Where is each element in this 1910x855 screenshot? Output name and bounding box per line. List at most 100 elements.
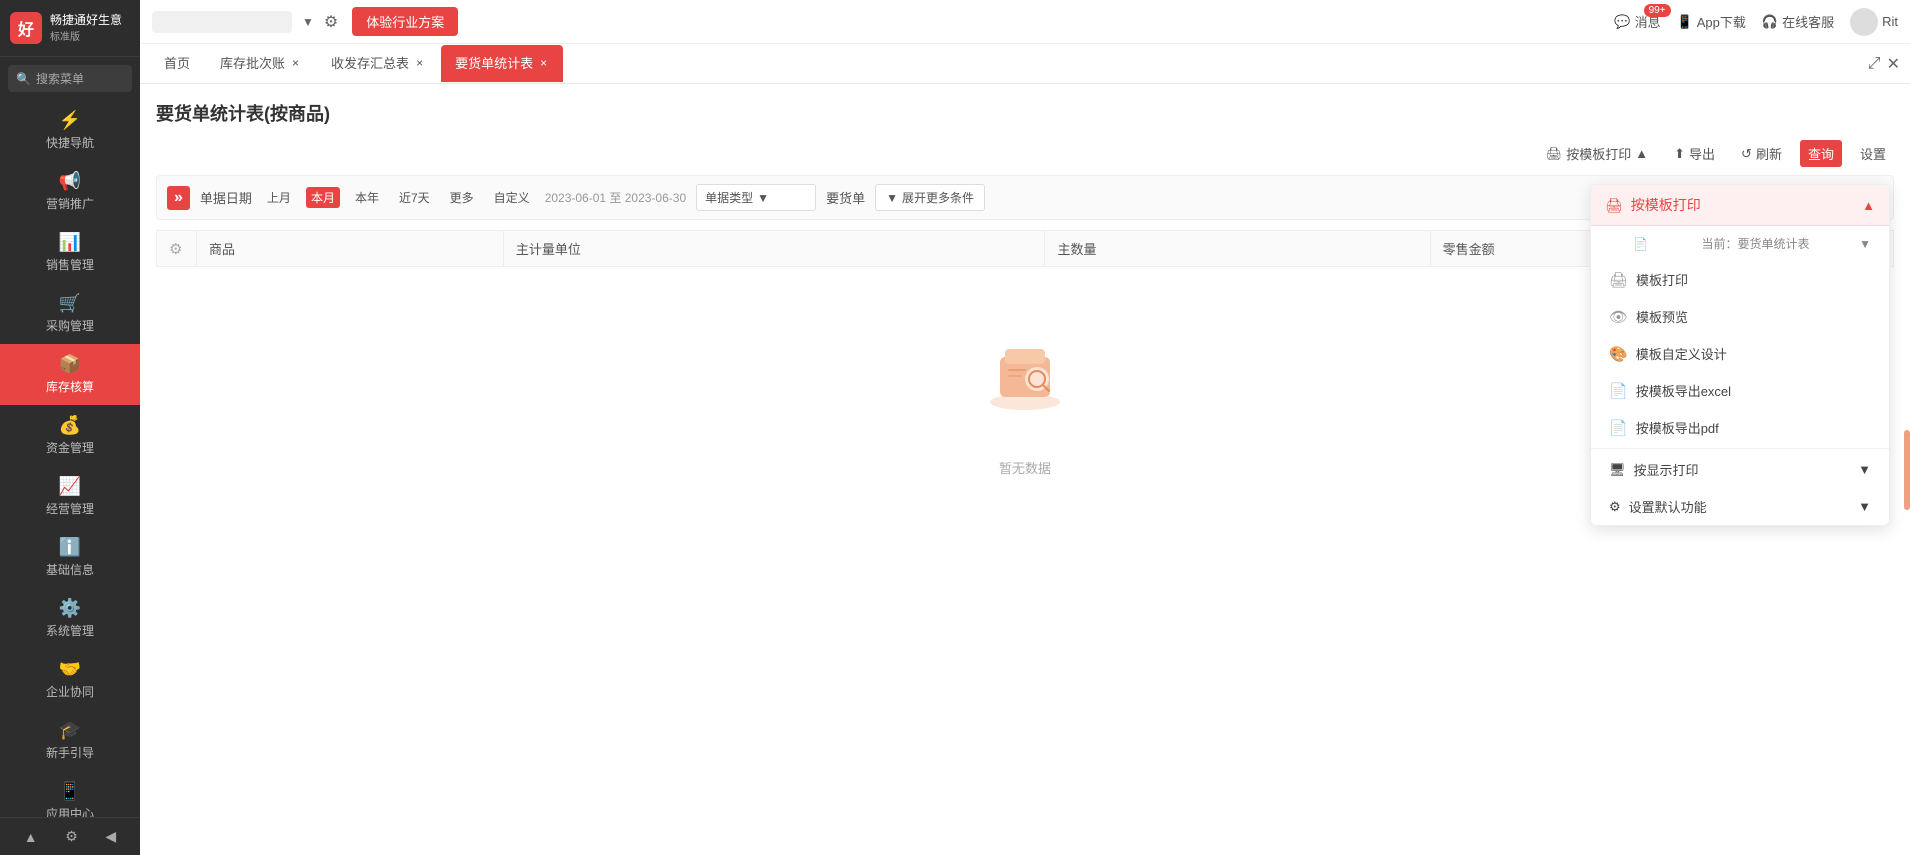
refresh-label: 刷新 (1756, 144, 1782, 163)
sidebar-item-label: 销售管理 (46, 256, 94, 273)
tab-home[interactable]: 首页 (150, 45, 204, 82)
app-name: 畅捷通好生意 (50, 13, 122, 29)
template-design-label: 模板自定义设计 (1636, 344, 1727, 363)
query-btn[interactable]: 查询 (1800, 140, 1842, 167)
sidebar-item-basic[interactable]: ℹ️ 基础信息 (0, 527, 140, 588)
tab-receipt-summary-close[interactable]: × (414, 56, 425, 70)
sidebar-item-sales[interactable]: 📊 销售管理 (0, 222, 140, 283)
right-scrollbar[interactable] (1904, 430, 1910, 510)
date-btn-custom[interactable]: 自定义 (489, 187, 535, 208)
print-template-btn[interactable]: 🖨 按模板打印 ▲ (1538, 140, 1656, 167)
sidebar-item-label: 营销推广 (46, 195, 94, 212)
sidebar-item-purchase[interactable]: 🛒 采购管理 (0, 283, 140, 344)
export-label: 导出 (1689, 144, 1715, 163)
sidebar-item-enterprise[interactable]: 🤝 企业协同 (0, 649, 140, 710)
template-print-item[interactable]: 🖨 模板打印 (1591, 261, 1889, 298)
print-header-icon: 🖨 (1605, 197, 1623, 214)
date-btn-this-month[interactable]: 本月 (306, 187, 340, 208)
sidebar-search[interactable]: 🔍 搜索菜单 (8, 65, 132, 92)
template-preview-item[interactable]: 👁 模板预览 (1591, 298, 1889, 335)
tab-receipt-summary-label: 收发存汇总表 (331, 53, 409, 72)
template-excel-item[interactable]: 📄 按模板导出excel (1591, 372, 1889, 409)
date-btn-7days[interactable]: 近7天 (394, 187, 435, 208)
settings-btn[interactable]: 设置 (1852, 140, 1894, 167)
expand-more-btn[interactable]: ▼ 展开更多条件 (875, 184, 985, 211)
tab-order-stats-close[interactable]: × (538, 56, 549, 70)
guide-icon: 🎓 (59, 720, 81, 741)
tab-order-stats[interactable]: 要货单统计表 × (441, 45, 563, 82)
dropdown-divider (1591, 448, 1889, 449)
logo-icon: 好 (10, 12, 42, 44)
type-filter-select[interactable]: 单据类型 ▼ (696, 184, 816, 211)
sidebar-item-quick-nav[interactable]: ⚡ 快捷导航 (0, 100, 140, 161)
expand-label: 展开更多条件 (902, 189, 974, 206)
sidebar-logo: 好 畅捷通好生意 标准版 (0, 0, 140, 57)
header-search-input[interactable] (152, 11, 292, 33)
service-label: 在线客服 (1782, 12, 1834, 31)
filter-expand-btn[interactable]: » (167, 186, 190, 210)
header-gear-btn[interactable]: ⚙ (324, 12, 338, 32)
sidebar-settings[interactable]: ⚙ (65, 828, 78, 845)
sidebar-item-operations[interactable]: 📈 经营管理 (0, 466, 140, 527)
col-settings[interactable]: ⚙ (157, 231, 197, 267)
user-avatar[interactable]: Rit (1850, 8, 1898, 36)
type-filter-label: 单据类型 (705, 189, 753, 206)
online-service-item[interactable]: 🎧 在线客服 (1762, 12, 1834, 31)
print-current-chevron: ▼ (1859, 237, 1871, 251)
finance-icon: 💰 (59, 415, 81, 436)
header-actions: 💬 消息 99+ 📱 App下载 🎧 在线客服 Rit (1614, 8, 1898, 36)
service-icon: 🎧 (1762, 14, 1778, 30)
template-design-item[interactable]: 🎨 模板自定义设计 (1591, 335, 1889, 372)
tab-close-all-btn[interactable]: ✕ (1887, 54, 1900, 74)
print-chevron-icon: ▲ (1635, 146, 1648, 161)
template-print-icon: 🖨 (1609, 271, 1628, 289)
print-dropdown-header[interactable]: 🖨 按模板打印 ▲ (1591, 185, 1889, 226)
tab-inventory-batch[interactable]: 库存批次账 × (206, 45, 315, 82)
sidebar-item-label: 新手引导 (46, 744, 94, 761)
inventory-icon: 📦 (59, 354, 81, 375)
refresh-btn[interactable]: ↺ 刷新 (1733, 140, 1790, 167)
date-btn-last-month[interactable]: 上月 (262, 187, 296, 208)
tab-maximize-btn[interactable]: ⤢ (1868, 54, 1881, 74)
sidebar-item-inventory[interactable]: 📦 库存核算 (0, 344, 140, 405)
sidebar-collapse[interactable]: ◀ (105, 828, 116, 845)
print-icon: 🖨 (1546, 146, 1563, 162)
template-design-icon: 🎨 (1609, 345, 1628, 363)
type-filter-chevron: ▼ (757, 191, 769, 205)
search-icon: 🔍 (16, 72, 31, 86)
app-download-item[interactable]: 📱 App下载 (1677, 12, 1746, 31)
message-badge: 99+ (1644, 4, 1671, 17)
sidebar-item-system[interactable]: ⚙️ 系统管理 (0, 588, 140, 649)
sidebar-item-label: 应用中心 (46, 805, 94, 817)
tab-inventory-batch-close[interactable]: × (290, 56, 301, 70)
export-btn[interactable]: ⬆ 导出 (1666, 140, 1723, 167)
order-type-label: 要货单 (826, 188, 865, 207)
sidebar-item-marketing[interactable]: 📢 营销推广 (0, 161, 140, 222)
sidebar: 好 畅捷通好生意 标准版 🔍 搜索菜单 ⚡ 快捷导航 📢 营销推广 📊 销售管理… (0, 0, 140, 855)
empty-icon (975, 327, 1075, 446)
tab-receipt-summary[interactable]: 收发存汇总表 × (317, 45, 439, 82)
date-btn-more[interactable]: 更多 (445, 187, 479, 208)
username-label: Rit (1882, 14, 1898, 29)
sidebar-item-label: 资金管理 (46, 439, 94, 456)
trial-button[interactable]: 体验行业方案 (352, 7, 458, 36)
sales-icon: 📊 (59, 232, 81, 253)
message-item[interactable]: 💬 消息 99+ (1614, 12, 1660, 31)
sidebar-item-finance[interactable]: 💰 资金管理 (0, 405, 140, 466)
table-settings-icon[interactable]: ⚙ (169, 241, 182, 258)
print-dropdown: 🖨 按模板打印 ▲ 📄 当前：要货单统计表 ▼ 🖨 模板打印 👁 模板预览 🎨 (1590, 184, 1890, 526)
operations-icon: 📈 (59, 476, 81, 497)
template-pdf-item[interactable]: 📄 按模板导出pdf (1591, 409, 1889, 446)
header-dropdown-btn[interactable]: ▼ (302, 15, 314, 29)
display-print-item[interactable]: 🖥 按显示打印 ▼ (1591, 451, 1889, 488)
date-btn-this-year[interactable]: 本年 (350, 187, 384, 208)
tabs-right-controls: ⤢ ✕ (1868, 54, 1900, 74)
tab-home-label: 首页 (164, 53, 190, 72)
refresh-icon: ↺ (1741, 146, 1752, 162)
sidebar-scroll-up[interactable]: ▲ (24, 828, 38, 845)
sidebar-item-guide[interactable]: 🎓 新手引导 (0, 710, 140, 771)
display-print-icon: 🖥 (1609, 462, 1626, 478)
sidebar-item-apps[interactable]: 📱 应用中心 (0, 771, 140, 817)
default-func-item[interactable]: ⚙ 设置默认功能 ▼ (1591, 488, 1889, 525)
col-unit: 主计量单位 (503, 231, 1045, 267)
